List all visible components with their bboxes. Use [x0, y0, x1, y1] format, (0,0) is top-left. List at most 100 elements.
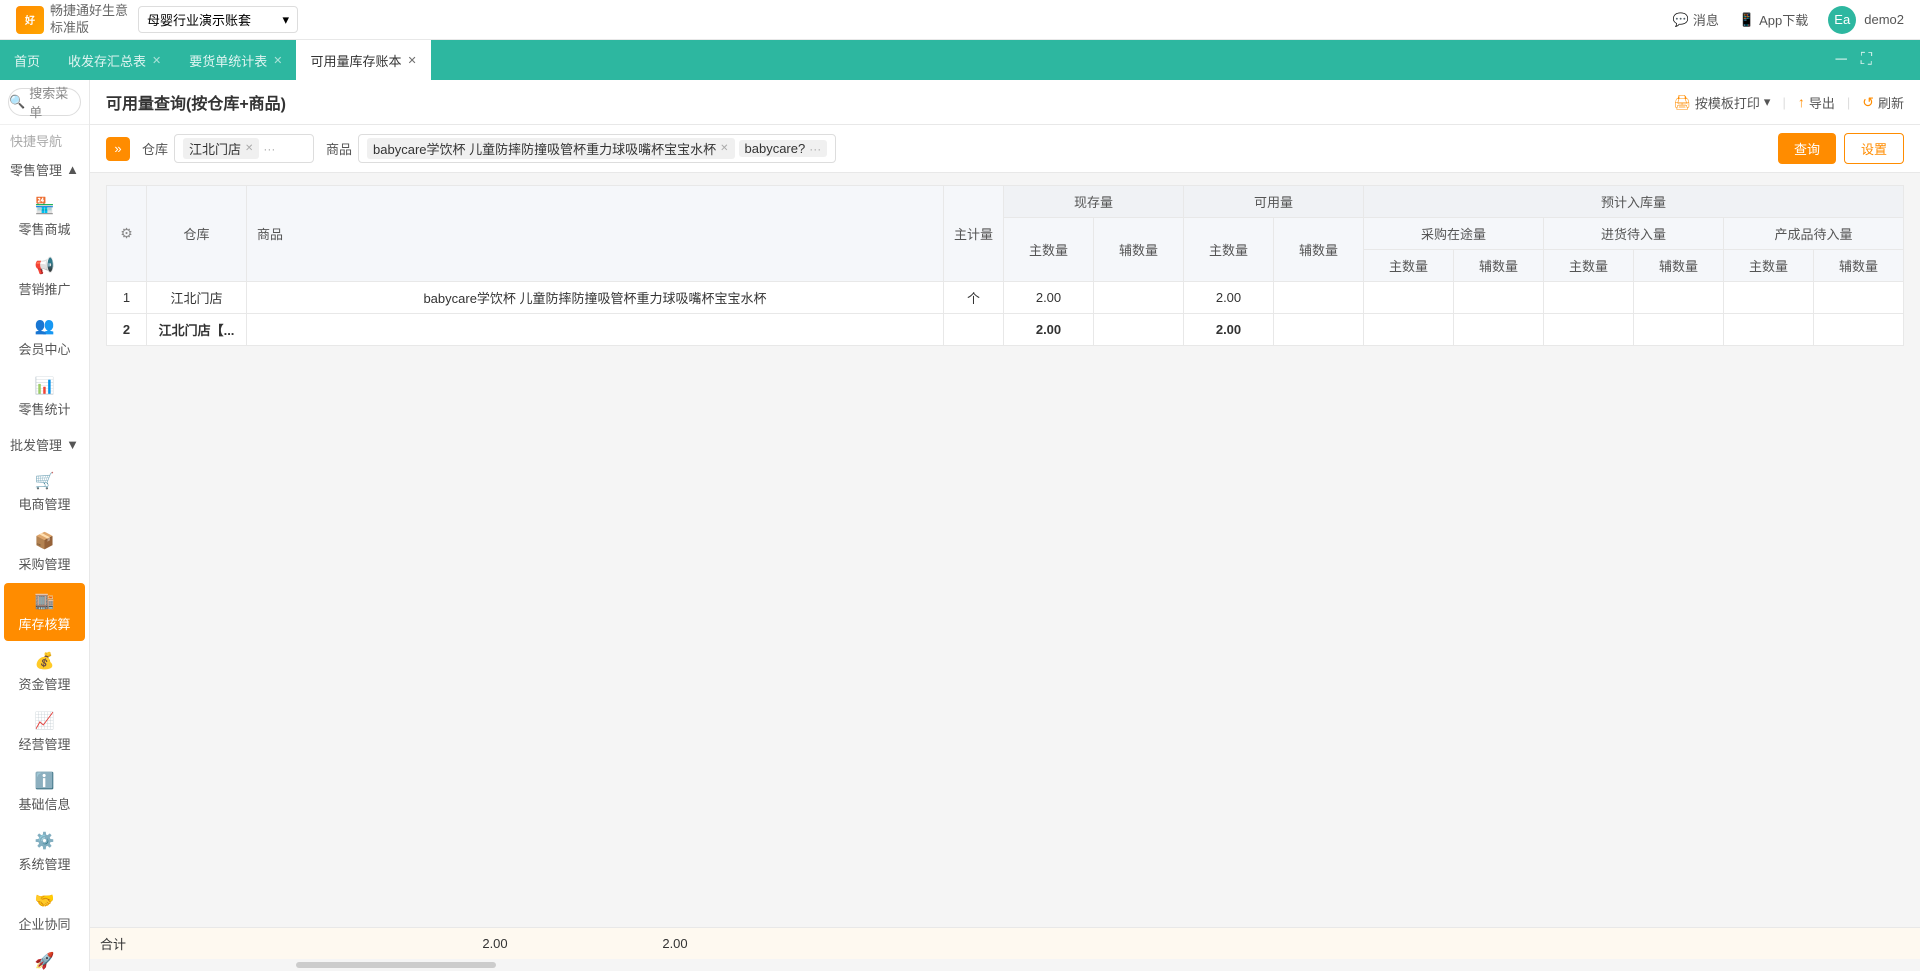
export-icon: ↑: [1798, 94, 1805, 110]
row2-stock-sub: [1094, 314, 1184, 346]
sidebar-item-system[interactable]: ⚙️ 系统管理: [4, 823, 85, 881]
row1-stock-main: 2.00: [1004, 282, 1094, 314]
top-bar-right: 💬 消息 📱 App下载 Ea demo2: [1673, 6, 1904, 34]
inventory-icon: 🏬: [35, 591, 55, 611]
filter-toggle-button[interactable]: »: [106, 137, 130, 161]
tab-home[interactable]: 首页: [0, 40, 54, 80]
user-area[interactable]: Ea demo2: [1828, 6, 1904, 34]
sidebar-item-inventory[interactable]: 🏬 库存核算: [4, 583, 85, 641]
scrollbar-area: [90, 959, 1920, 971]
chevron-icon: ▲: [66, 162, 79, 177]
sidebar-item-enterprise-collab[interactable]: 🤝 企业协同: [4, 883, 85, 941]
row2-avail-sub: [1274, 314, 1364, 346]
sidebar-item-ecommerce[interactable]: 🛒 电商管理: [4, 463, 85, 521]
tab-close-available-inventory[interactable]: ✕: [408, 54, 417, 67]
sidebar: 🔍 搜索菜单 快捷导航 零售管理 ▲ 🏪 零售商城 📢 营销推广 👥 会员中心 …: [0, 80, 90, 971]
arrival-group-header: 进货待入量: [1544, 218, 1724, 250]
sidebar-item-retail-mall[interactable]: 🏪 零售商城: [4, 188, 85, 246]
tab-close-order-stats[interactable]: ✕: [273, 54, 282, 67]
production-group-header: 产成品待入量: [1724, 218, 1904, 250]
top-bar: 好 畅捷通好生意 标准版 母婴行业演示账套 ▾ 💬 消息 📱 App下载 Ea …: [0, 0, 1920, 40]
maximize-button[interactable]: ⛶: [1857, 49, 1876, 71]
sidebar-item-business[interactable]: 📈 经营管理: [4, 703, 85, 761]
row2-warehouse: 江北门店【...: [147, 314, 247, 346]
export-action[interactable]: ↑ 导出: [1798, 93, 1835, 112]
chevron-down-icon: ▾: [282, 12, 289, 28]
tab-close-stock-summary[interactable]: ✕: [152, 54, 161, 67]
row2-stock-main: 2.00: [1004, 314, 1094, 346]
message-action[interactable]: 💬 消息: [1673, 10, 1719, 29]
marketing-icon: 📢: [35, 256, 55, 276]
account-selector[interactable]: 母婴行业演示账套 ▾: [138, 6, 298, 33]
warehouse-more-icon[interactable]: ···: [263, 142, 275, 156]
row1-production-main: [1724, 282, 1814, 314]
sidebar-item-wholesale-management[interactable]: 批发管理 ▼: [0, 427, 89, 462]
available-group-header: 可用量: [1184, 186, 1364, 218]
tab-stock-summary[interactable]: 收发存汇总表 ✕: [54, 40, 175, 80]
purchase-sub-header: 辅数量: [1454, 250, 1544, 282]
search-button[interactable]: 🔍 搜索菜单: [8, 88, 81, 116]
row2-arrival-sub: [1634, 314, 1724, 346]
sidebar-item-finance[interactable]: 💰 资金管理: [4, 643, 85, 701]
product-tag-1-close[interactable]: ✕: [720, 143, 728, 154]
logo-area: 好 畅捷通好生意 标准版: [16, 3, 128, 37]
tabs-right-actions: ─ ⛶: [1831, 49, 1880, 71]
sidebar-item-retail-stats[interactable]: 📊 零售统计: [4, 368, 85, 426]
production-sub-header: 辅数量: [1814, 250, 1904, 282]
ecommerce-icon: 🛒: [35, 471, 55, 491]
row1-avail-sub: [1274, 282, 1364, 314]
settings-button[interactable]: 设置: [1844, 133, 1904, 164]
tab-available-inventory[interactable]: 可用量库存账本 ✕: [296, 40, 430, 80]
sidebar-item-onboarding[interactable]: 🚀 新手引导: [4, 943, 85, 971]
system-icon: ⚙️: [35, 831, 55, 851]
row1-arrival-sub: [1634, 282, 1724, 314]
collab-icon: 🤝: [35, 891, 55, 911]
refresh-action[interactable]: ↺ 刷新: [1862, 93, 1904, 112]
tab-order-stats[interactable]: 要货单统计表 ✕: [175, 40, 296, 80]
warehouse-input[interactable]: 江北门店 ✕ ···: [174, 134, 314, 163]
guide-icon: 🚀: [35, 951, 55, 971]
product-more-icon[interactable]: ···: [809, 142, 821, 156]
footer-label: 合计: [100, 934, 290, 953]
sidebar-item-purchase[interactable]: 📦 采购管理: [4, 523, 85, 581]
warehouse-header: 仓库: [147, 186, 247, 282]
content-area: 可用量查询(按仓库+商品) 🖨 按模板打印 ▾ | ↑ 导出 | ↺ 刷新: [90, 80, 1920, 971]
row1-avail-main: 2.00: [1184, 282, 1274, 314]
sidebar-item-member-center[interactable]: 👥 会员中心: [4, 308, 85, 366]
gear-icon[interactable]: ⚙: [120, 225, 133, 241]
message-icon: 💬: [1673, 12, 1689, 28]
unit-header: 主计量: [944, 186, 1004, 282]
sidebar-item-retail-management[interactable]: 零售管理 ▲: [0, 152, 89, 187]
product-filter: 商品 babycare学饮杯 儿童防摔防撞吸管杯重力球吸嘴杯宝宝水杯 ✕ bab…: [326, 134, 836, 163]
settings-header: ⚙: [107, 186, 147, 282]
arrival-sub-header: 辅数量: [1634, 250, 1724, 282]
incoming-group-header: 预计入库量: [1364, 186, 1904, 218]
top-bar-left: 好 畅捷通好生意 标准版 母婴行业演示账套 ▾: [16, 3, 298, 37]
warehouse-filter: 仓库 江北门店 ✕ ···: [142, 134, 314, 163]
sidebar-item-marketing[interactable]: 📢 营销推广: [4, 248, 85, 306]
print-action[interactable]: 🖨 按模板打印 ▾: [1673, 93, 1770, 112]
finance-icon: 💰: [35, 651, 55, 671]
product-header: 商品: [247, 186, 944, 282]
horizontal-scrollbar[interactable]: [296, 962, 496, 968]
info-icon: ℹ️: [35, 771, 55, 791]
sidebar-item-basic-info[interactable]: ℹ️ 基础信息: [4, 763, 85, 821]
warehouse-tag-close[interactable]: ✕: [245, 143, 253, 154]
page-header: 可用量查询(按仓库+商品) 🖨 按模板打印 ▾ | ↑ 导出 | ↺ 刷新: [90, 80, 1920, 125]
print-icon: 🖨: [1673, 94, 1691, 111]
minimize-button[interactable]: ─: [1831, 49, 1850, 71]
logo-text: 畅捷通好生意 标准版: [50, 3, 128, 37]
chevron-down-icon: ▼: [66, 437, 79, 452]
stock-main-header: 主数量: [1004, 218, 1094, 282]
footer-stock-main: 2.00: [450, 936, 540, 951]
avatar: Ea: [1828, 6, 1856, 34]
stats-icon: 📊: [35, 376, 55, 396]
row1-stock-sub: [1094, 282, 1184, 314]
row1-production-sub: [1814, 282, 1904, 314]
app-download-action[interactable]: 📱 App下载: [1739, 10, 1808, 29]
quick-nav-label[interactable]: 快捷导航: [0, 125, 89, 152]
product-input[interactable]: babycare学饮杯 儿童防摔防撞吸管杯重力球吸嘴杯宝宝水杯 ✕ babyca…: [358, 134, 836, 163]
inventory-table: ⚙ 仓库 商品 主计量 现存量 可用量 预计入库量 主数量 辅数量 主数量 辅数…: [106, 185, 1904, 346]
row2-no: 2: [107, 314, 147, 346]
query-button[interactable]: 查询: [1778, 133, 1836, 164]
